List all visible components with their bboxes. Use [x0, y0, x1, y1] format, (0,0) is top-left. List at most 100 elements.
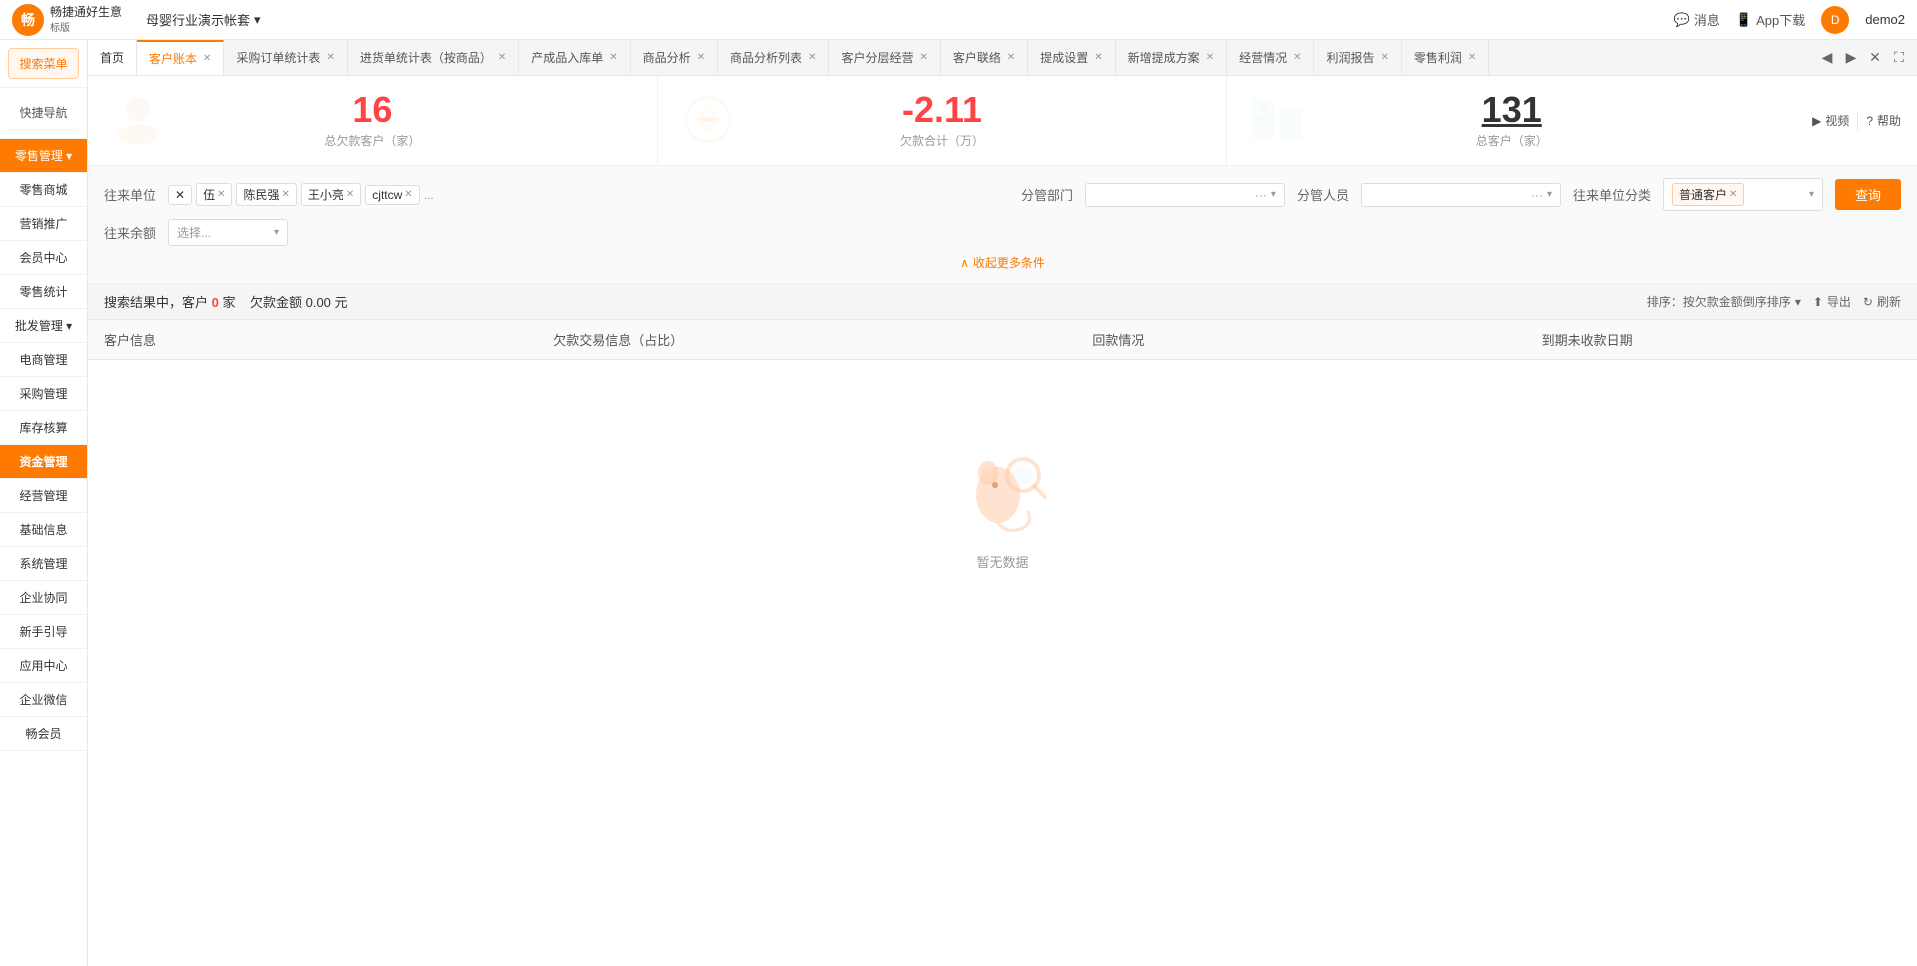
- sidebar-item-wechat[interactable]: 企业微信: [0, 683, 87, 717]
- sidebar-item-basic-info[interactable]: 基础信息: [0, 513, 87, 547]
- tab-goods-analysis-close[interactable]: ✕: [697, 52, 705, 63]
- tab-operation-close[interactable]: ✕: [1293, 52, 1301, 63]
- person-select[interactable]: ··· ▾: [1361, 183, 1561, 207]
- tab-retail-profit-label: 零售利润: [1414, 49, 1462, 66]
- tab-goods-analysis-list[interactable]: 商品分析列表 ✕: [718, 40, 829, 76]
- unit-tag-chen[interactable]: 陈民强 ✕: [236, 183, 296, 206]
- message-icon: 💬: [1674, 12, 1690, 28]
- tabs-next-button[interactable]: ▶: [1841, 48, 1861, 68]
- tab-goods-analysis-list-close[interactable]: ✕: [808, 52, 816, 63]
- filter-row-1: 往来单位 ✕ 伍 ✕ 陈民强 ✕: [104, 178, 1901, 211]
- unit-tag-x1: ✕: [168, 185, 192, 205]
- company-selector[interactable]: 母婴行业演示帐套 ▾: [146, 10, 261, 29]
- refresh-button[interactable]: ↻ 刷新: [1863, 293, 1901, 310]
- tab-home[interactable]: 首页: [88, 40, 137, 76]
- person-label: 分管人员: [1297, 185, 1349, 204]
- tab-profit-report[interactable]: 利润报告 ✕: [1314, 40, 1401, 76]
- tab-new-commission[interactable]: 新增提成方案 ✕: [1116, 40, 1227, 76]
- balance-placeholder: 选择...: [177, 224, 270, 241]
- results-debt-unit: 元: [335, 295, 348, 310]
- search-menu-button[interactable]: 搜索菜单: [8, 48, 79, 79]
- tab-goods-analysis[interactable]: 商品分析 ✕: [631, 40, 718, 76]
- collapse-filters-button[interactable]: ∧ 收起更多条件: [104, 254, 1901, 271]
- dept-select[interactable]: ··· ▾: [1085, 183, 1285, 207]
- tab-goods-stats[interactable]: 进货单统计表（按商品） ✕: [348, 40, 519, 76]
- balance-select[interactable]: 选择... ▾: [168, 219, 288, 246]
- unit-tag-cjttcw-close[interactable]: ✕: [404, 189, 412, 200]
- tab-new-commission-close[interactable]: ✕: [1206, 52, 1214, 63]
- app-download-button[interactable]: 📱 App下载: [1736, 10, 1805, 29]
- tab-purchase-order-stats-close[interactable]: ✕: [326, 52, 334, 63]
- help-button[interactable]: ? 帮助: [1866, 112, 1901, 129]
- table-header: 客户信息 欠款交易信息（占比） 回款情况 到期未收款日期: [88, 320, 1917, 360]
- unit-tag-wu-close[interactable]: ✕: [217, 189, 225, 200]
- dept-label: 分管部门: [1021, 185, 1073, 204]
- video-icon: ▶: [1812, 114, 1821, 128]
- sidebar-item-app-center[interactable]: 应用中心: [0, 649, 87, 683]
- export-button[interactable]: ⬆ 导出: [1813, 293, 1851, 310]
- sidebar-item-marketing[interactable]: 营销推广: [0, 207, 87, 241]
- tab-product-inbound[interactable]: 产成品入库单 ✕: [519, 40, 630, 76]
- unit-tag-wang[interactable]: 王小亮 ✕: [301, 183, 361, 206]
- sidebar-item-vip[interactable]: 畅会员: [0, 717, 87, 751]
- sidebar-item-operation[interactable]: 经营管理: [0, 479, 87, 513]
- sidebar-item-guide[interactable]: 新手引导: [0, 615, 87, 649]
- search-button[interactable]: 查询: [1835, 179, 1901, 210]
- sidebar-item-enterprise[interactable]: 企业协同: [0, 581, 87, 615]
- sidebar-item-wholesale[interactable]: 批发管理 ▾: [0, 309, 87, 343]
- unit-tag-wu[interactable]: 伍 ✕: [196, 183, 232, 206]
- quick-nav-button[interactable]: 快捷导航: [8, 96, 79, 130]
- category-select[interactable]: 普通客户 ✕ ▾: [1663, 178, 1823, 211]
- sidebar-item-retail-management[interactable]: 零售管理 ▾: [0, 139, 87, 173]
- tab-customer-tier-close[interactable]: ✕: [919, 52, 927, 63]
- tab-retail-profit[interactable]: 零售利润 ✕: [1402, 40, 1489, 76]
- tab-goods-stats-close[interactable]: ✕: [498, 52, 506, 63]
- tab-customer-ledger[interactable]: 客户账本 ✕: [137, 40, 224, 76]
- sidebar-search-section: 搜索菜单: [0, 40, 87, 88]
- tab-profit-report-close[interactable]: ✕: [1381, 52, 1389, 63]
- unit-tag-wang-close[interactable]: ✕: [346, 189, 354, 200]
- sidebar: 搜索菜单 快捷导航 零售管理 ▾ 零售商城 营销推广 会员中心 零售统计 批发管…: [0, 40, 88, 966]
- sidebar-item-finance[interactable]: 资金管理: [0, 445, 87, 479]
- video-button[interactable]: ▶ 视频: [1812, 112, 1849, 129]
- tab-customer-contact-close[interactable]: ✕: [1007, 52, 1015, 63]
- unit-tag-chen-close[interactable]: ✕: [282, 189, 290, 200]
- sidebar-item-ecommerce[interactable]: 电商管理: [0, 343, 87, 377]
- stat-icon-customers: [108, 89, 168, 152]
- tabs-actions: ◀ ▶ ✕ ⛶: [1809, 48, 1917, 68]
- tab-commission-settings[interactable]: 提成设置 ✕: [1028, 40, 1115, 76]
- category-tag-normal-close[interactable]: ✕: [1729, 189, 1737, 200]
- sidebar-item-retail-stats[interactable]: 零售统计: [0, 275, 87, 309]
- logo-icon: 畅: [12, 4, 44, 36]
- tab-retail-profit-close[interactable]: ✕: [1468, 52, 1476, 63]
- tab-operation[interactable]: 经营情况 ✕: [1227, 40, 1314, 76]
- tabs-prev-button[interactable]: ◀: [1817, 48, 1837, 68]
- sidebar-item-purchase[interactable]: 采购管理: [0, 377, 87, 411]
- unit-tag-cjttcw[interactable]: cjttcw ✕: [365, 185, 419, 205]
- tab-customer-contact[interactable]: 客户联络 ✕: [941, 40, 1028, 76]
- unit-tags-more[interactable]: ...: [424, 188, 434, 202]
- tab-commission-settings-label: 提成设置: [1040, 49, 1088, 66]
- sidebar-item-inventory[interactable]: 库存核算: [0, 411, 87, 445]
- tab-customer-ledger-close[interactable]: ✕: [203, 53, 211, 64]
- sidebar-item-system[interactable]: 系统管理: [0, 547, 87, 581]
- tab-product-inbound-close[interactable]: ✕: [609, 52, 617, 63]
- results-bar: 搜索结果中，客户 0 家 欠款金额 0.00 元 排序：按欠款金额倒序排序 ▾ …: [88, 284, 1917, 320]
- logo-sub: 标版: [50, 19, 122, 34]
- dept-select-more: ···: [1255, 188, 1267, 202]
- messages-button[interactable]: 💬 消息: [1674, 10, 1720, 29]
- table-container: 客户信息 欠款交易信息（占比） 回款情况 到期未收款日期: [88, 320, 1917, 651]
- tab-commission-settings-close[interactable]: ✕: [1094, 52, 1102, 63]
- tabs-fullscreen-button[interactable]: ⛶: [1889, 48, 1909, 68]
- tab-customer-tier[interactable]: 客户分层经营 ✕: [829, 40, 940, 76]
- sidebar-item-retail-mall[interactable]: 零售商城: [0, 173, 87, 207]
- tab-new-commission-label: 新增提成方案: [1128, 49, 1200, 66]
- tabs-close-all-button[interactable]: ✕: [1865, 48, 1885, 68]
- sort-select[interactable]: 排序：按欠款金额倒序排序 ▾: [1647, 293, 1801, 310]
- sidebar-item-member[interactable]: 会员中心: [0, 241, 87, 275]
- avatar[interactable]: D: [1821, 6, 1849, 34]
- category-tag-normal[interactable]: 普通客户 ✕: [1672, 183, 1744, 206]
- unit-tag-x1-label: ✕: [175, 188, 185, 202]
- help-label: 帮助: [1877, 112, 1901, 129]
- tab-purchase-order-stats[interactable]: 采购订单统计表 ✕: [224, 40, 347, 76]
